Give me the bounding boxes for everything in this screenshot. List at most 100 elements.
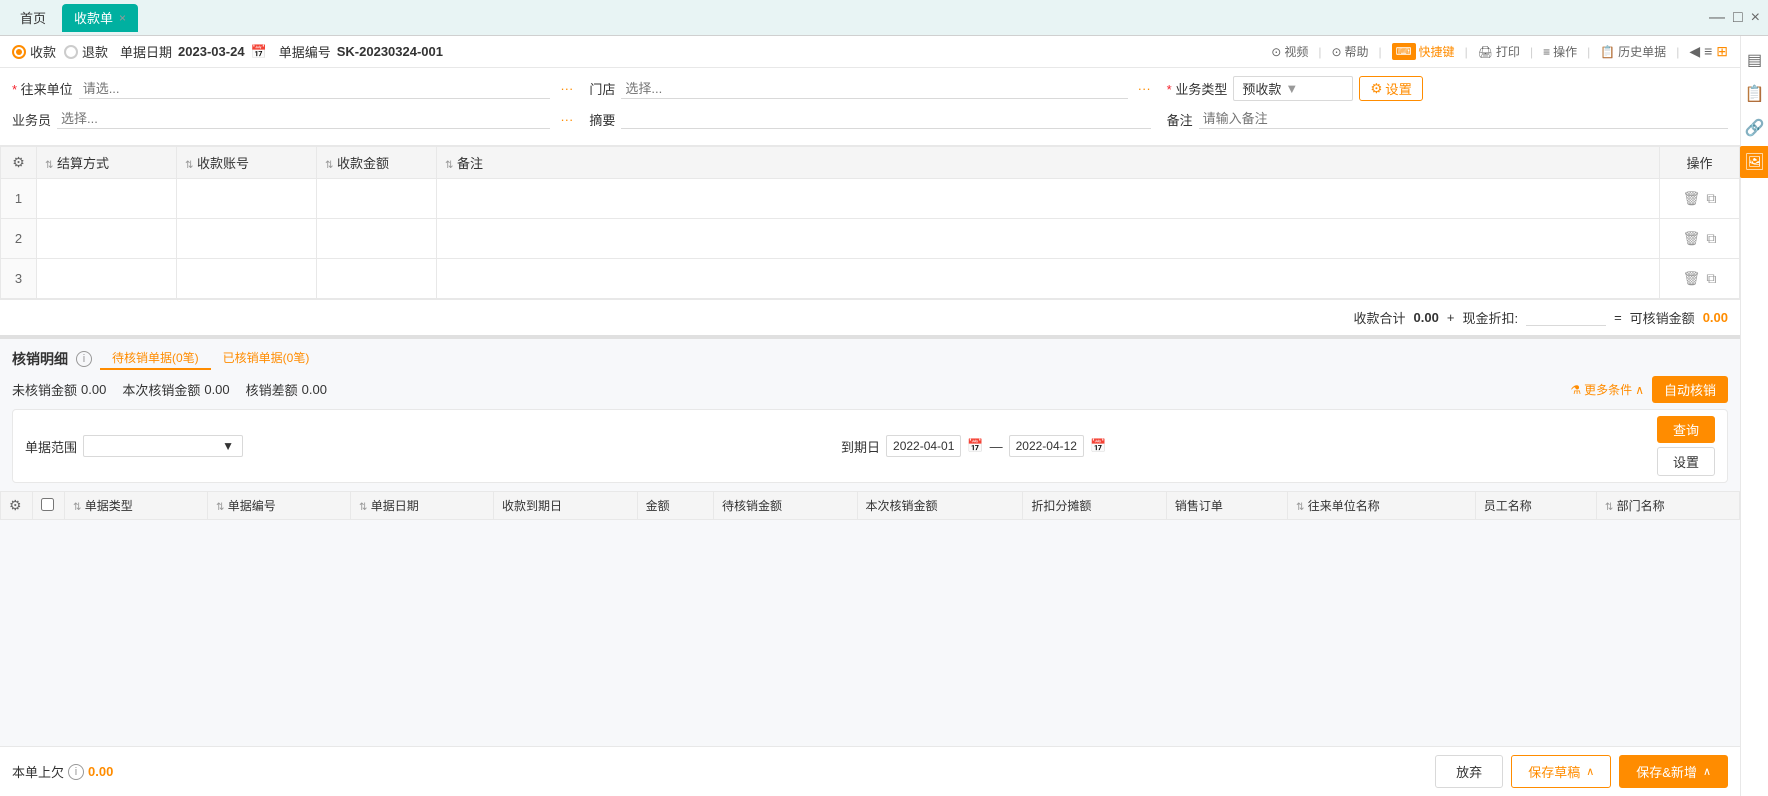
- win-min-btn[interactable]: —: [1709, 9, 1725, 27]
- operation-btn[interactable]: ≡ 操作: [1543, 43, 1577, 60]
- filter-row: 单据范围 ▼ 到期日 2022-04-01 📅 — 2022-04-12 📅: [12, 409, 1728, 483]
- summary-input[interactable]: [621, 109, 1150, 129]
- row-3-amount[interactable]: [317, 259, 437, 299]
- row-2-action: 🗑 ⧉: [1660, 219, 1740, 259]
- row-3-note[interactable]: [437, 259, 1660, 299]
- more-conditions-btn[interactable]: ⚗ 更多条件 ∧: [1570, 381, 1644, 398]
- notes-input[interactable]: [1199, 109, 1728, 129]
- summary-row: 收款合计 0.00 + 现金折扣: = 可核销金额 0.00: [0, 299, 1740, 335]
- select-all-checkbox[interactable]: [41, 498, 54, 511]
- business-type-select[interactable]: 预收款 ▼: [1233, 76, 1353, 101]
- local-diff-value: 0.00: [88, 764, 113, 779]
- draft-btn[interactable]: 保存草稿 ∧: [1511, 755, 1611, 788]
- row-2-copy-btn[interactable]: ⧉: [1706, 230, 1716, 247]
- query-btn[interactable]: 查询: [1657, 416, 1715, 443]
- tab-collection-label: 收款单: [74, 8, 113, 27]
- tab-done[interactable]: 已核销单据(0笔): [211, 347, 322, 370]
- video-icon: ⊙: [1271, 45, 1281, 59]
- bottom-table-settings-icon[interactable]: ⚙: [9, 497, 22, 513]
- row-1-account[interactable]: [177, 179, 317, 219]
- row-1-note[interactable]: [437, 179, 1660, 219]
- shop-input[interactable]: [621, 79, 1127, 99]
- list-view-icon[interactable]: ≡: [1704, 43, 1712, 60]
- toolbar: 收款 退款 单据日期 2023-03-24 📅 单据编号 SK-20230324…: [0, 36, 1740, 68]
- sidebar-doc-icon[interactable]: 📋: [1741, 78, 1768, 110]
- abandon-btn[interactable]: 放弃: [1435, 755, 1503, 788]
- save-new-label: 保存&新增: [1636, 762, 1697, 781]
- summary-label: 摘要: [589, 110, 615, 129]
- calendar-icon[interactable]: 📅: [251, 44, 267, 60]
- footer-info-icon[interactable]: i: [68, 764, 84, 780]
- print-btn[interactable]: 🖨 打印: [1478, 43, 1520, 60]
- shortcut-label: 快捷键: [1419, 43, 1455, 60]
- row-3-method[interactable]: [37, 259, 177, 299]
- grid-view-icon[interactable]: ⊞: [1716, 43, 1728, 60]
- toolbar-actions: ⊙ 视频 | ⊙ 帮助 | ⌨ 快捷键 | 🖨 打印 |: [1271, 43, 1728, 60]
- staff-input[interactable]: [57, 109, 550, 129]
- shop-more-icon[interactable]: ···: [1138, 81, 1151, 96]
- row-1-method[interactable]: [37, 179, 177, 219]
- save-new-btn[interactable]: 保存&新增 ∧: [1619, 755, 1728, 788]
- verif-info-icon[interactable]: i: [76, 351, 92, 367]
- filter-icon: ⚗: [1570, 383, 1581, 397]
- number-field: 单据编号 SK-20230324-001: [279, 42, 443, 61]
- uncancelled-value: 0.00: [81, 382, 106, 397]
- help-icon: ⊙: [1331, 45, 1341, 59]
- tab-close-icon[interactable]: ×: [119, 11, 126, 25]
- verif-stats: 未核销金额 0.00 本次核销金额 0.00 核销差额 0.00: [12, 380, 327, 399]
- calendar-to-icon[interactable]: 📅: [1090, 438, 1106, 454]
- shop-field: 门店 ···: [589, 79, 1150, 99]
- calendar-from-icon[interactable]: 📅: [967, 438, 983, 454]
- discount-input[interactable]: [1526, 310, 1606, 326]
- verif-settings-btn[interactable]: 设置: [1657, 447, 1715, 476]
- tab-collection[interactable]: 收款单 ×: [62, 4, 138, 32]
- row-1-amount[interactable]: [317, 179, 437, 219]
- summary-field: 摘要: [589, 109, 1150, 129]
- form-row-2: 业务员 ··· 摘要 备注: [12, 109, 1728, 129]
- win-max-btn[interactable]: □: [1733, 9, 1743, 27]
- sidebar-image-icon[interactable]: 🖼: [1740, 146, 1768, 178]
- row-2-delete-btn[interactable]: 🗑: [1683, 230, 1701, 247]
- table-settings-icon[interactable]: ⚙: [12, 154, 25, 170]
- staff-more-icon[interactable]: ···: [560, 112, 573, 127]
- right-sidebar: ▤ 📋 🔗 🖼: [1740, 36, 1768, 796]
- counterpart-input[interactable]: [79, 79, 551, 99]
- counterpart-more-icon[interactable]: ···: [560, 81, 573, 96]
- help-btn[interactable]: ⊙ 帮助: [1331, 43, 1368, 60]
- tab-home[interactable]: 首页: [8, 4, 58, 32]
- prev-view-icon[interactable]: ◀: [1689, 43, 1700, 60]
- number-value: SK-20230324-001: [337, 44, 443, 59]
- sidebar-table-icon[interactable]: ▤: [1743, 44, 1766, 76]
- row-2-amount[interactable]: [317, 219, 437, 259]
- filter-buttons: 查询 设置: [1657, 416, 1715, 476]
- history-btn[interactable]: 📋 历史单据: [1600, 43, 1666, 60]
- row-1-action: 🗑 ⧉: [1660, 179, 1740, 219]
- row-1-delete-btn[interactable]: 🗑: [1683, 190, 1701, 207]
- radio-refund[interactable]: 退款: [64, 42, 108, 61]
- date-to-input[interactable]: 2022-04-12: [1009, 435, 1084, 457]
- row-3-copy-btn[interactable]: ⧉: [1706, 270, 1716, 287]
- settings-button[interactable]: ⚙ 设置: [1359, 76, 1423, 101]
- counterpart-label: 往来单位: [12, 79, 73, 98]
- date-from-input[interactable]: 2022-04-01: [886, 435, 961, 457]
- col-doc-type: ⇅ 单据类型: [65, 492, 208, 520]
- row-2-account[interactable]: [177, 219, 317, 259]
- sidebar-link-icon[interactable]: 🔗: [1741, 112, 1768, 144]
- tab-pending[interactable]: 待核销单据(0笔): [100, 347, 211, 370]
- local-diff-label: 本单上欠: [12, 762, 64, 781]
- diff-stat: 核销差额 0.00: [246, 380, 327, 399]
- row-3-account[interactable]: [177, 259, 317, 299]
- row-1-copy-btn[interactable]: ⧉: [1706, 190, 1716, 207]
- staff-field: 业务员 ···: [12, 109, 573, 129]
- print-icon: 🖨: [1478, 45, 1493, 59]
- auto-cancel-btn[interactable]: 自动核销: [1652, 376, 1728, 403]
- win-close-btn[interactable]: ×: [1751, 9, 1760, 27]
- radio-collection[interactable]: 收款: [12, 42, 56, 61]
- range-select[interactable]: ▼: [83, 435, 243, 457]
- row-2-note[interactable]: [437, 219, 1660, 259]
- row-2-method[interactable]: [37, 219, 177, 259]
- row-3-delete-btn[interactable]: 🗑: [1683, 270, 1701, 287]
- video-btn[interactable]: ⊙ 视频: [1271, 43, 1308, 60]
- shortcut-btn[interactable]: ⌨ 快捷键: [1392, 43, 1455, 60]
- form-area: 往来单位 ··· 门店 ··· 业务类型 预收款 ▼ ⚙: [0, 68, 1740, 146]
